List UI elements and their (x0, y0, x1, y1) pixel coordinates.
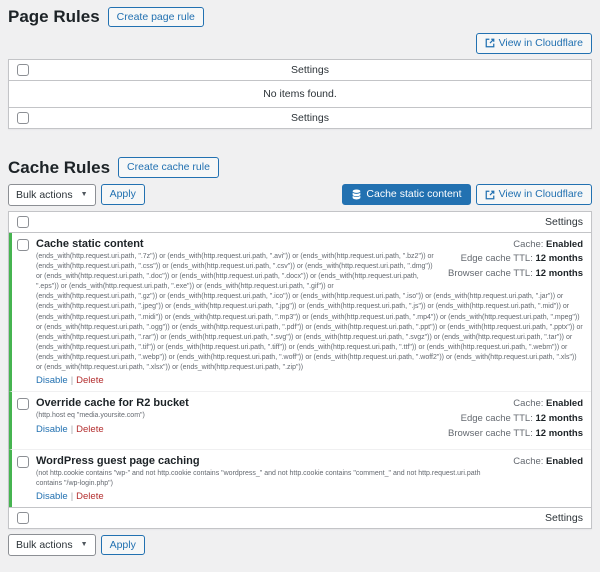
setting-value: Enabled (546, 455, 583, 467)
bulk-actions-select[interactable]: Bulk actions ▼ (8, 533, 96, 556)
actions-separator: | (70, 375, 74, 387)
view-in-cloudflare-button[interactable]: View in Cloudflare (475, 184, 592, 205)
cache-rules-toolbar-top: Bulk actions ▼ Apply Cache static conten… (8, 183, 592, 206)
setting-line: Browser cache TTL: 12 months (448, 267, 583, 282)
settings-column-header: Settings (545, 511, 583, 524)
cache-static-content-label: Cache static content (366, 188, 462, 201)
delete-rule-link[interactable]: Delete (76, 491, 103, 502)
actions-separator: | (70, 423, 74, 435)
cache-rule-row: Cache: Enabled Edge cache TTL: 12 months… (9, 391, 591, 449)
rule-name: WordPress guest page caching (36, 454, 200, 467)
cache-rules-toolbar-bottom: Bulk actions ▼ Apply (8, 533, 592, 556)
page-rules-section: Page Rules Create page rule View in Clou… (8, 6, 592, 129)
setting-value: Enabled (546, 238, 583, 250)
select-all-checkbox[interactable] (17, 511, 29, 524)
setting-value: 12 months (535, 268, 583, 280)
empty-state-text: No items found. (263, 87, 337, 100)
bulk-actions-select[interactable]: Bulk actions ▼ (8, 183, 96, 206)
setting-value: 12 months (535, 253, 583, 265)
page-rules-title: Page Rules (8, 7, 100, 26)
actions-separator: | (70, 490, 74, 502)
setting-label: Browser cache TTL: (448, 268, 533, 280)
setting-label: Browser cache TTL: (448, 427, 533, 439)
create-page-rule-button[interactable]: Create page rule (107, 6, 204, 28)
cache-rule-row: Cache: Enabled WordPress guest page cach… (9, 448, 591, 507)
row-actions: Disable | Delete (36, 491, 583, 502)
row-checkbox[interactable] (17, 455, 29, 468)
select-all-checkbox[interactable] (17, 215, 29, 228)
bulk-actions-label: Bulk actions (16, 538, 73, 551)
rule-content: Cache: Enabled WordPress guest page cach… (36, 455, 583, 502)
setting-line: Edge cache TTL: 12 months (448, 252, 583, 267)
cache-rules-table-header: Settings (9, 212, 591, 233)
view-in-cloudflare-label: View in Cloudflare (498, 188, 583, 201)
disable-rule-link[interactable]: Disable (36, 375, 68, 386)
bulk-actions-label: Bulk actions (16, 188, 73, 201)
page-rules-header: Page Rules Create page rule (8, 6, 592, 28)
delete-rule-link[interactable]: Delete (76, 424, 103, 435)
cache-rules-section: Cache Rules Create cache rule Bulk actio… (8, 157, 592, 556)
create-cache-rule-button[interactable]: Create cache rule (118, 157, 219, 178)
page-rules-toolbar: View in Cloudflare (8, 33, 592, 54)
rule-content: Cache: Enabled Edge cache TTL: 12 months… (36, 397, 583, 443)
external-link-icon (485, 38, 495, 48)
row-checkbox[interactable] (17, 238, 29, 251)
setting-line: Cache: Enabled (448, 397, 583, 412)
view-in-cloudflare-button[interactable]: View in Cloudflare (475, 33, 592, 54)
page-rules-table: Settings No items found. Settings (8, 58, 592, 129)
page-rules-table-footer: Settings (9, 106, 591, 128)
cache-rules-title: Cache Rules (8, 157, 111, 177)
setting-line: Cache: Enabled (513, 455, 583, 470)
settings-column-header: Settings (291, 63, 329, 76)
disable-rule-link[interactable]: Disable (36, 491, 68, 502)
external-link-icon (485, 190, 495, 200)
page: Page Rules Create page rule View in Clou… (0, 0, 600, 556)
cache-rules-table-footer: Settings (9, 506, 591, 528)
setting-value: 12 months (535, 413, 583, 425)
setting-label: Cache: (513, 455, 544, 467)
settings-column-header: Settings (545, 215, 583, 228)
row-checkbox[interactable] (17, 398, 29, 411)
setting-label: Edge cache TTL: (460, 253, 533, 265)
chevron-down-icon: ▼ (80, 191, 88, 199)
setting-line: Cache: Enabled (448, 238, 583, 253)
select-all-checkbox[interactable] (17, 111, 29, 124)
setting-line: Edge cache TTL: 12 months (448, 412, 583, 427)
setting-label: Edge cache TTL: (460, 413, 533, 425)
setting-value: 12 months (535, 427, 583, 439)
database-icon (351, 189, 362, 200)
setting-label: Cache: (513, 238, 544, 250)
rule-settings-summary: Cache: Enabled Edge cache TTL: 12 months… (448, 397, 583, 441)
rule-settings-summary: Cache: Enabled Edge cache TTL: 12 months… (448, 238, 583, 282)
rule-settings-summary: Cache: Enabled (513, 455, 583, 470)
cache-rules-header: Cache Rules Create cache rule (8, 157, 592, 179)
apply-button[interactable]: Apply (100, 534, 145, 556)
delete-rule-link[interactable]: Delete (76, 375, 103, 386)
apply-button[interactable]: Apply (100, 184, 145, 205)
chevron-down-icon: ▼ (80, 541, 88, 549)
cache-rule-row: Cache: Enabled Edge cache TTL: 12 months… (9, 232, 591, 392)
row-actions: Disable | Delete (36, 375, 583, 386)
page-rules-table-header: Settings (9, 60, 591, 81)
setting-line: Browser cache TTL: 12 months (448, 427, 583, 442)
settings-column-header: Settings (291, 111, 329, 124)
rule-content: Cache: Enabled Edge cache TTL: 12 months… (36, 238, 583, 387)
select-all-checkbox[interactable] (17, 63, 29, 76)
view-in-cloudflare-label: View in Cloudflare (498, 37, 583, 50)
cache-rules-table: Settings Cache: Enabled Edge cache TTL: … (8, 210, 592, 529)
cache-static-content-button[interactable]: Cache static content (342, 184, 471, 206)
setting-value: Enabled (546, 398, 583, 410)
disable-rule-link[interactable]: Disable (36, 424, 68, 435)
rule-expression: (not http.cookie contains "wp-" and not … (36, 469, 481, 487)
setting-label: Cache: (513, 398, 544, 410)
